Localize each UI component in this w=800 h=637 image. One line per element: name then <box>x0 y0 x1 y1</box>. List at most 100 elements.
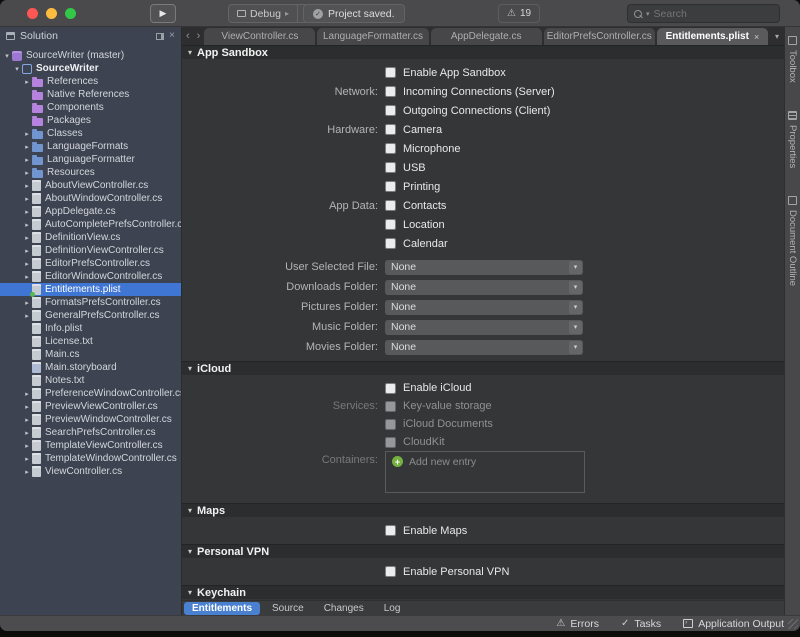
tree-item-file[interactable]: ▸ PreviewWindowController.cs <box>0 413 181 426</box>
movies-folder-dropdown[interactable]: None ▾ <box>385 339 583 355</box>
expander-icon[interactable]: ▸ <box>22 130 32 138</box>
tree-item-file[interactable]: Main.storyboard <box>0 361 181 374</box>
section-header-personal-vpn[interactable]: ▾ Personal VPN <box>182 544 784 558</box>
tree-item-file[interactable]: ▸ PreviewViewController.cs <box>0 400 181 413</box>
tree-item-packages[interactable]: Packages <box>0 114 181 127</box>
expander-icon[interactable]: ▾ <box>12 65 22 73</box>
usb-checkbox[interactable] <box>385 162 396 173</box>
search-input[interactable] <box>653 7 754 20</box>
tab-appdelegate[interactable]: AppDelegate.cs <box>430 28 542 45</box>
minimize-window-button[interactable] <box>46 8 57 19</box>
zoom-window-button[interactable] <box>65 8 76 19</box>
view-tab-entitlements[interactable]: Entitlements <box>184 601 261 615</box>
expander-icon[interactable]: ▸ <box>22 273 32 281</box>
enable-icloud-checkbox[interactable] <box>385 382 396 394</box>
pad-tab-toolbox[interactable]: Toolbox <box>787 36 798 83</box>
tab-overflow-dropdown[interactable]: ▾ <box>770 28 784 45</box>
expander-icon[interactable]: ▸ <box>22 221 32 229</box>
tree-item-file[interactable]: ▸ EditorPrefsController.cs <box>0 257 181 270</box>
contacts-checkbox[interactable] <box>385 200 396 211</box>
enable-app-sandbox-checkbox[interactable] <box>385 67 396 78</box>
containers-add-entry-box[interactable]: + Add new entry <box>385 451 585 493</box>
tree-item-components[interactable]: Components <box>0 101 181 114</box>
tree-item-solution[interactable]: ▾ SourceWriter (master) <box>0 49 181 62</box>
expander-icon[interactable]: ▸ <box>22 156 32 164</box>
close-tab-icon[interactable]: × <box>754 32 759 42</box>
pictures-folder-dropdown[interactable]: None ▾ <box>385 299 583 315</box>
tree-item-file[interactable]: ▸ TemplateViewController.cs <box>0 439 181 452</box>
tree-item-file[interactable]: ▸ AboutWindowController.cs <box>0 192 181 205</box>
tree-item-file[interactable]: ▸ GeneralPrefsController.cs <box>0 309 181 322</box>
expander-icon[interactable]: ▸ <box>22 195 32 203</box>
tree-item-file[interactable]: ▸ TemplateWindowController.cs <box>0 452 181 465</box>
tree-item-file[interactable]: ▸ AutoCompletePrefsController.cs <box>0 218 181 231</box>
expander-icon[interactable]: ▸ <box>22 390 32 398</box>
tab-entitlements-active[interactable]: Entitlements.plist × <box>656 28 768 45</box>
user-selected-file-dropdown[interactable]: None ▾ <box>385 259 583 275</box>
section-header-icloud[interactable]: ▾ iCloud <box>182 361 784 375</box>
section-header-keychain[interactable]: ▾ Keychain <box>182 585 784 599</box>
expander-icon[interactable]: ▸ <box>22 169 32 177</box>
outgoing-connections-checkbox[interactable] <box>385 105 396 116</box>
tree-item-file[interactable]: ▸ FormatsPrefsController.cs <box>0 296 181 309</box>
tree-item-native-references[interactable]: Native References <box>0 88 181 101</box>
run-button[interactable]: ▶ <box>150 4 176 23</box>
printing-checkbox[interactable] <box>385 181 396 192</box>
navigate-forward-icon[interactable]: › <box>197 30 201 42</box>
navigate-back-icon[interactable]: ‹ <box>186 30 190 42</box>
calendar-checkbox[interactable] <box>385 238 396 249</box>
expander-icon[interactable]: ▸ <box>22 260 32 268</box>
tab-viewcontroller[interactable]: ViewController.cs <box>204 28 316 45</box>
expander-icon[interactable]: ▸ <box>22 455 32 463</box>
tree-item-file[interactable]: Main.cs <box>0 348 181 361</box>
tree-item-file[interactable]: ▸ AppDelegate.cs <box>0 205 181 218</box>
tree-item-file[interactable]: ▸ SearchPrefsController.cs <box>0 426 181 439</box>
pad-tab-document-outline[interactable]: Document Outline <box>787 196 798 286</box>
incoming-connections-checkbox[interactable] <box>385 86 396 97</box>
tree-item-entitlements-selected[interactable]: Entitlements.plist <box>0 283 181 297</box>
tree-item-file[interactable]: ▸ PreferenceWindowController.cs <box>0 387 181 400</box>
expander-icon[interactable]: ▸ <box>22 299 32 307</box>
tree-item-file[interactable]: ▸ DefinitionViewController.cs <box>0 244 181 257</box>
view-tab-changes[interactable]: Changes <box>316 602 372 615</box>
expander-icon[interactable]: ▸ <box>22 312 32 320</box>
expander-icon[interactable]: ▸ <box>22 442 32 450</box>
tree-item-file[interactable]: ▸ AboutViewController.cs <box>0 179 181 192</box>
tree-item-file[interactable]: License.txt <box>0 335 181 348</box>
tree-item-languageformats[interactable]: ▸ LanguageFormats <box>0 140 181 153</box>
expander-icon[interactable]: ▸ <box>22 429 32 437</box>
tab-editorprefscontroller[interactable]: EditorPrefsController.cs <box>543 28 655 45</box>
dock-pad-icon[interactable] <box>156 32 165 40</box>
warnings-button[interactable]: ⚠ 19 <box>498 4 541 23</box>
tree-item-file[interactable]: ▸ EditorWindowController.cs <box>0 270 181 283</box>
expander-icon[interactable]: ▸ <box>22 403 32 411</box>
tree-item-languageformatter[interactable]: ▸ LanguageFormatter <box>0 153 181 166</box>
expander-icon[interactable]: ▸ <box>22 468 32 476</box>
view-tab-source[interactable]: Source <box>264 602 312 615</box>
downloads-folder-dropdown[interactable]: None ▾ <box>385 279 583 295</box>
tab-languageformatter[interactable]: LanguageFormatter.cs <box>317 28 429 45</box>
tree-item-project[interactable]: ▾ SourceWriter <box>0 62 181 75</box>
tree-item-classes[interactable]: ▸ Classes <box>0 127 181 140</box>
section-header-maps[interactable]: ▾ Maps <box>182 503 784 517</box>
pad-tab-properties[interactable]: Properties <box>787 110 798 168</box>
expander-icon[interactable]: ▸ <box>22 143 32 151</box>
expander-icon[interactable]: ▾ <box>2 52 12 60</box>
configuration-dropdown[interactable]: Debug ▸ <box>229 5 297 22</box>
expander-icon[interactable]: ▸ <box>22 234 32 242</box>
expander-icon[interactable]: ▸ <box>22 247 32 255</box>
location-checkbox[interactable] <box>385 219 396 230</box>
tree-item-file[interactable]: Notes.txt <box>0 374 181 387</box>
enable-personal-vpn-checkbox[interactable] <box>385 566 396 577</box>
tree-item-file[interactable]: ▸ DefinitionView.cs <box>0 231 181 244</box>
close-pad-icon[interactable]: × <box>169 31 175 41</box>
resize-grip[interactable] <box>788 619 798 629</box>
tree-item-resources[interactable]: ▸ Resources <box>0 166 181 179</box>
music-folder-dropdown[interactable]: None ▾ <box>385 319 583 335</box>
tasks-button[interactable]: ✓ Tasks <box>621 618 661 630</box>
section-header-app-sandbox[interactable]: ▾ App Sandbox <box>182 45 784 59</box>
expander-icon[interactable]: ▸ <box>22 78 32 86</box>
errors-button[interactable]: ⚠ Errors <box>556 618 599 630</box>
search-field[interactable]: ▾ <box>627 4 780 23</box>
view-tab-log[interactable]: Log <box>376 602 409 615</box>
